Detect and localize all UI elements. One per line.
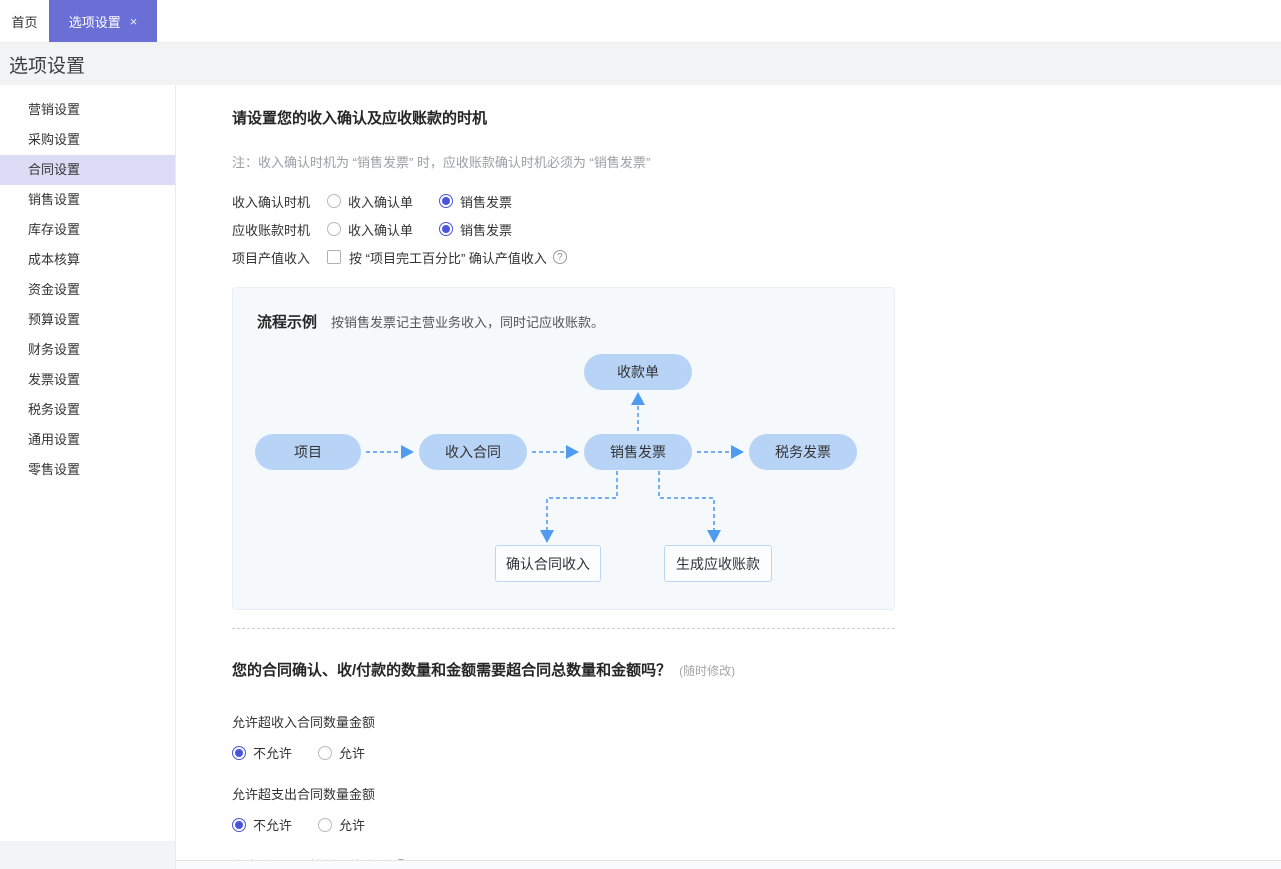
radio-icon: [318, 817, 333, 832]
sidebar-item-marketing[interactable]: 营销设置: [0, 95, 175, 125]
flow-node-receipt: 收款单: [584, 354, 692, 390]
radio-icon: [327, 222, 341, 236]
radio-disallow[interactable]: 不允许: [232, 743, 292, 762]
sidebar-item-general[interactable]: 通用设置: [0, 425, 175, 455]
row-label: 收入确认时机: [232, 194, 311, 210]
row-label: 项目产值收入: [232, 250, 311, 266]
sidebar-item-contract[interactable]: 合同设置: [0, 155, 175, 185]
sidebar-item-tax[interactable]: 税务设置: [0, 395, 175, 425]
flow-node-generate-receivable: 生成应收账款: [664, 545, 772, 582]
radio-label: 不允许: [253, 818, 293, 833]
question-title: 允许超支出合同数量金额: [232, 787, 376, 802]
dashed-divider: [232, 628, 895, 629]
tab-bar: 首页 选项设置 ×: [0, 0, 1281, 43]
question-options: 不允许 允许: [232, 743, 1281, 762]
radio-checked-icon: [439, 222, 454, 236]
sidebar-bottom-strip: [0, 841, 175, 869]
radio-label: 收入确认单: [348, 194, 414, 210]
radio-income-confirm-doc[interactable]: 收入确认单: [327, 192, 413, 211]
page-title-bar: 选项设置: [0, 43, 1281, 85]
sidebar-item-purchase[interactable]: 采购设置: [0, 125, 175, 155]
radio-allow[interactable]: 允许: [318, 815, 365, 834]
sidebar-item-invoice[interactable]: 发票设置: [0, 365, 175, 395]
question-over-expense-contract: 允许超支出合同数量金额 不允许 允许: [232, 784, 1281, 834]
radio-icon: [318, 745, 333, 760]
radio-checked-icon: [232, 745, 246, 760]
question-title: 允许超收入合同数量金额: [232, 715, 376, 730]
section-heading-limits: 您的合同确认、收/付款的数量和金额需要超合同总数量和金额吗？ (随时修改): [232, 659, 1281, 680]
flow-node-income-contract: 收入合同: [419, 434, 527, 470]
flow-node-tax-invoice: 税务发票: [749, 434, 857, 470]
radio-label: 允许: [339, 818, 366, 833]
radio-checked-icon: [232, 817, 246, 832]
tab-label: 选项设置: [68, 14, 121, 30]
question-options: 不允许 允许: [232, 815, 1281, 834]
radio-label: 销售发票: [460, 194, 513, 210]
limits-heading-hint: (随时修改): [679, 664, 736, 678]
settings-sidebar: 营销设置 采购设置 合同设置 销售设置 库存设置 成本核算 资金设置 预算设置 …: [0, 85, 176, 869]
sidebar-item-costing[interactable]: 成本核算: [0, 245, 175, 275]
row-receivable-timing: 应收账款时机 收入确认单 销售发票: [232, 215, 1281, 243]
radio-sales-invoice[interactable]: 销售发票: [439, 192, 512, 211]
checkbox-project-completion[interactable]: [327, 250, 341, 264]
radio-disallow[interactable]: 不允许: [232, 815, 292, 834]
flow-example-panel: 流程示例 按销售发票记主营业务收入，同时记应收账款。 收款单 项目 收入合同 销…: [232, 287, 895, 610]
timing-form: 收入确认时机 收入确认单 销售发票 应收账款时机 收入确认单 销售发票 项目产值…: [232, 187, 1281, 271]
sidebar-item-finance[interactable]: 财务设置: [0, 335, 175, 365]
row-project-output-income: 项目产值收入 按 “项目完工百分比” 确认产值收入 ?: [232, 243, 1281, 271]
row-label: 应收账款时机: [232, 222, 311, 238]
main-layout: 营销设置 采购设置 合同设置 销售设置 库存设置 成本核算 资金设置 预算设置 …: [0, 85, 1281, 869]
sidebar-item-budget[interactable]: 预算设置: [0, 305, 175, 335]
radio-income-confirm-doc[interactable]: 收入确认单: [327, 220, 413, 239]
radio-label: 不允许: [253, 746, 293, 761]
radio-label: 销售发票: [460, 222, 513, 238]
checkbox-label: 按 “项目完工百分比” 确认产值收入: [349, 250, 547, 266]
timing-note: 注：收入确认时机为 “销售发票” 时，应收账款确认时机必须为 “销售发票”: [232, 155, 651, 170]
radio-checked-icon: [439, 194, 454, 208]
sidebar-item-sales[interactable]: 销售设置: [0, 185, 175, 215]
radio-label: 收入确认单: [348, 222, 414, 238]
sidebar-item-retail[interactable]: 零售设置: [0, 455, 175, 485]
flow-node-confirm-contract-income: 确认合同收入: [495, 545, 601, 582]
radio-label: 允许: [339, 746, 366, 761]
section-heading-timing: 请设置您的收入确认及应收账款的时机: [232, 110, 488, 127]
tab-home[interactable]: 首页: [0, 0, 49, 42]
flow-node-sales-invoice: 销售发票: [584, 434, 692, 470]
help-icon[interactable]: ?: [552, 250, 567, 264]
radio-sales-invoice[interactable]: 销售发票: [439, 220, 512, 239]
settings-content: 请设置您的收入确认及应收账款的时机 注：收入确认时机为 “销售发票” 时，应收账…: [176, 85, 1281, 869]
close-icon[interactable]: ×: [130, 15, 138, 28]
row-income-confirm-timing: 收入确认时机 收入确认单 销售发票: [232, 187, 1281, 215]
radio-allow[interactable]: 允许: [318, 743, 365, 762]
sidebar-item-funds[interactable]: 资金设置: [0, 275, 175, 305]
flow-node-project: 项目: [255, 434, 361, 470]
sidebar-item-inventory[interactable]: 库存设置: [0, 215, 175, 245]
content-bottom-strip: [176, 860, 1281, 869]
question-over-income-contract: 允许超收入合同数量金额 不允许 允许: [232, 712, 1281, 762]
radio-icon: [327, 194, 341, 208]
tab-options-settings[interactable]: 选项设置 ×: [49, 0, 157, 42]
limits-heading-text: 您的合同确认、收/付款的数量和金额需要超合同总数量和金额吗？: [232, 662, 672, 679]
page-title: 选项设置: [9, 55, 86, 77]
